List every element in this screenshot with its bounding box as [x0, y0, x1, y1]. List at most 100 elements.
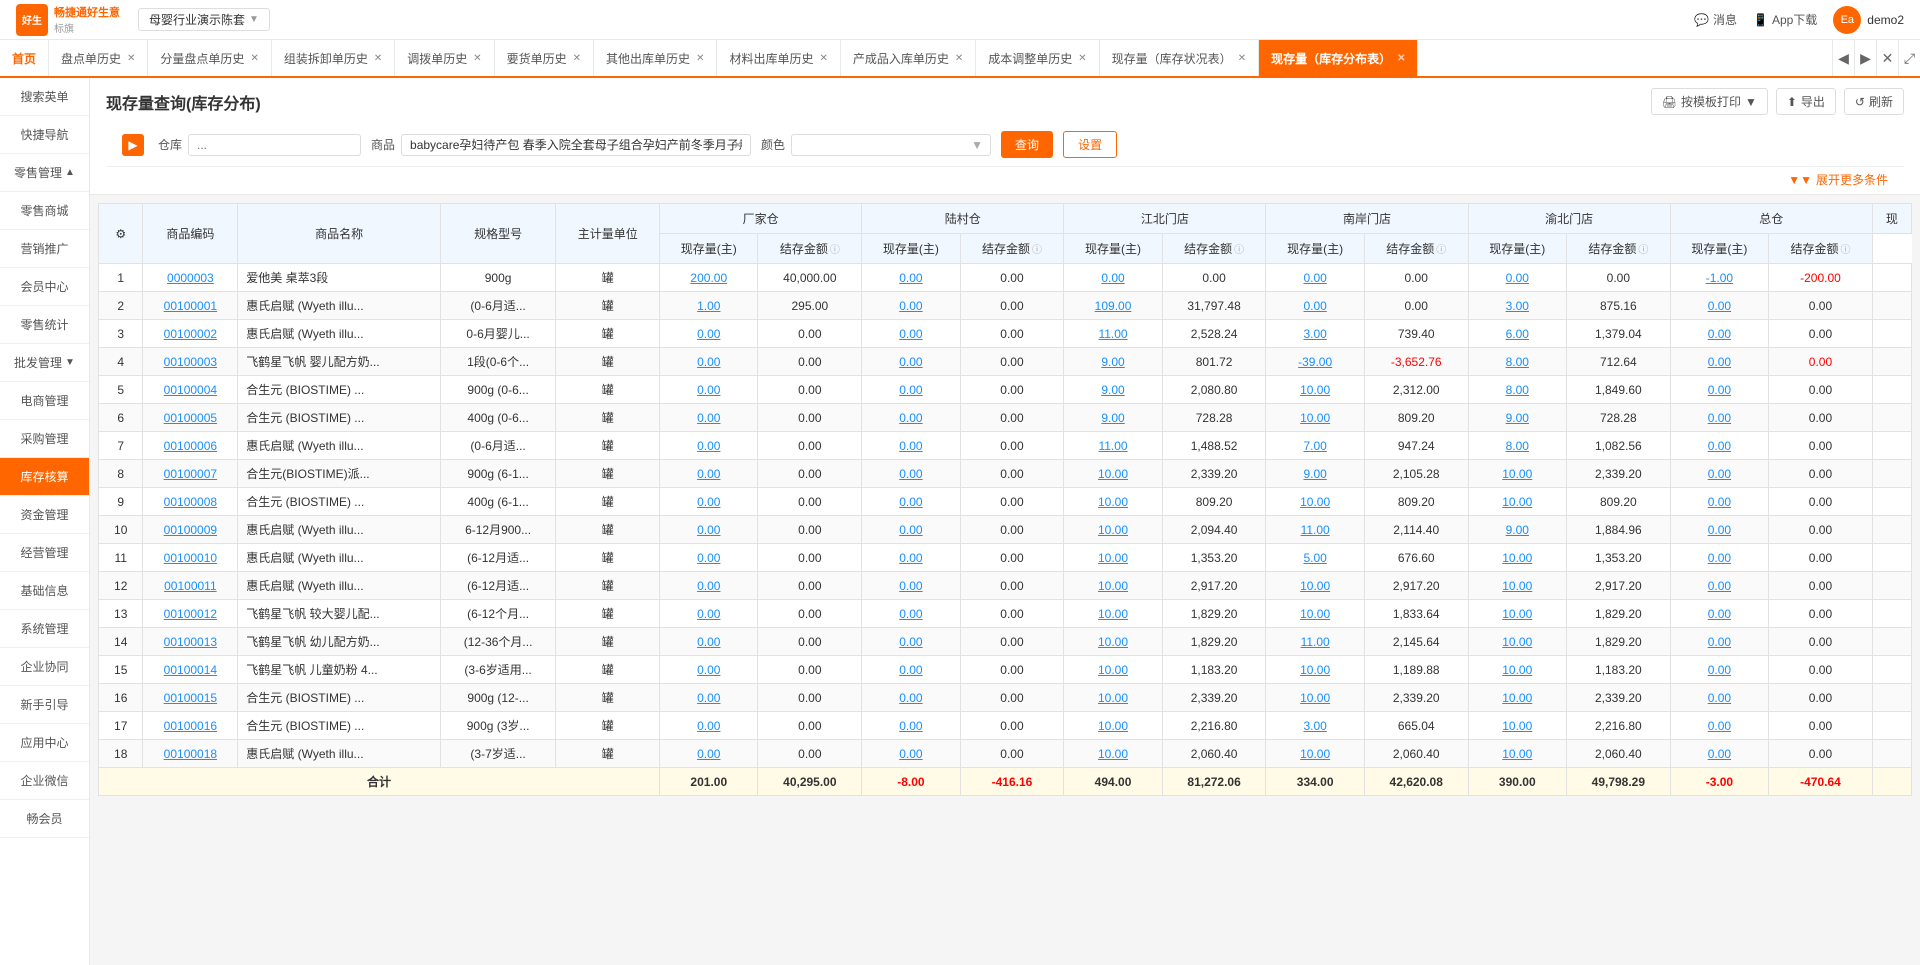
tab-close-icon[interactable]: ✕ [374, 53, 382, 64]
cell-zc-qty[interactable]: 0.00 [1670, 320, 1768, 348]
sidebar-item-app-center[interactable]: 应用中心 [0, 724, 89, 762]
cell-chj-qty[interactable]: 0.00 [660, 572, 758, 600]
cell-jb-qty[interactable]: 9.00 [1064, 404, 1162, 432]
cell-zc-qty[interactable]: 0.00 [1670, 628, 1768, 656]
cell-yb-qty[interactable]: 6.00 [1468, 320, 1566, 348]
cell-lc-qty[interactable]: 0.00 [862, 460, 960, 488]
cell-chj-qty[interactable]: 0.00 [660, 488, 758, 516]
cell-zc-qty[interactable]: 0.00 [1670, 516, 1768, 544]
cell-na-qty[interactable]: 9.00 [1266, 460, 1364, 488]
tab-inventory-history[interactable]: 盘点单历史 ✕ [49, 40, 148, 77]
cell-chj-qty[interactable]: 0.00 [660, 600, 758, 628]
print-btn[interactable]: 🖨 按模板打印 ▼ [1651, 88, 1768, 115]
color-input[interactable] [791, 134, 991, 156]
tab-close-icon[interactable]: ✕ [1238, 53, 1246, 64]
cell-code[interactable]: 0000003 [143, 264, 238, 292]
cell-yb-qty[interactable]: 10.00 [1468, 656, 1566, 684]
cell-jb-qty[interactable]: 10.00 [1064, 516, 1162, 544]
tab-close-icon[interactable]: ✕ [1397, 53, 1405, 64]
settings-icon[interactable]: ⚙ [113, 226, 129, 242]
cell-lc-qty[interactable]: 0.00 [862, 628, 960, 656]
cell-code[interactable]: 00100003 [143, 348, 238, 376]
cell-na-qty[interactable]: 10.00 [1266, 572, 1364, 600]
cell-code[interactable]: 00100002 [143, 320, 238, 348]
cell-lc-qty[interactable]: 0.00 [862, 740, 960, 768]
tab-material-out-history[interactable]: 材料出库单历史 ✕ [717, 40, 840, 77]
tab-close-icon[interactable]: ✕ [127, 53, 135, 64]
cell-na-qty[interactable]: 10.00 [1266, 684, 1364, 712]
tab-home[interactable]: 首页 [0, 40, 49, 77]
cell-yb-qty[interactable]: 8.00 [1468, 432, 1566, 460]
cell-zc-qty[interactable]: 0.00 [1670, 572, 1768, 600]
cell-jb-qty[interactable]: 0.00 [1064, 264, 1162, 292]
cell-yb-qty[interactable]: 10.00 [1468, 712, 1566, 740]
cell-yb-qty[interactable]: 8.00 [1468, 376, 1566, 404]
cell-chj-qty[interactable]: 0.00 [660, 404, 758, 432]
cell-yb-qty[interactable]: 8.00 [1468, 348, 1566, 376]
cell-na-qty[interactable]: 0.00 [1266, 292, 1364, 320]
tab-close-icon[interactable]: ✕ [819, 53, 827, 64]
cell-na-qty[interactable]: 3.00 [1266, 712, 1364, 740]
cell-na-qty[interactable]: 7.00 [1266, 432, 1364, 460]
cell-lc-qty[interactable]: 0.00 [862, 544, 960, 572]
app-download-btn[interactable]: 📱 App下载 [1753, 11, 1817, 28]
cell-na-qty[interactable]: 10.00 [1266, 488, 1364, 516]
cell-zc-qty[interactable]: 0.00 [1670, 376, 1768, 404]
cell-yb-qty[interactable]: 10.00 [1468, 544, 1566, 572]
cell-code[interactable]: 00100011 [143, 572, 238, 600]
message-btn[interactable]: 💬 消息 [1694, 11, 1737, 28]
cell-lc-qty[interactable]: 0.00 [862, 404, 960, 432]
cell-yb-qty[interactable]: 10.00 [1468, 600, 1566, 628]
cell-jb-qty[interactable]: 10.00 [1064, 544, 1162, 572]
cell-chj-qty[interactable]: 0.00 [660, 684, 758, 712]
sidebar-item-wholesale[interactable]: 批发管理 ▼ [0, 344, 89, 382]
cell-jb-qty[interactable]: 10.00 [1064, 600, 1162, 628]
cell-code[interactable]: 00100018 [143, 740, 238, 768]
color-dropdown-icon[interactable]: ▼ [971, 138, 983, 152]
cell-jb-qty[interactable]: 10.00 [1064, 460, 1162, 488]
goods-clear-icon[interactable]: ✕ [733, 138, 743, 152]
tab-close-icon[interactable]: ✕ [250, 53, 258, 64]
cell-jb-qty[interactable]: 10.00 [1064, 628, 1162, 656]
cell-code[interactable]: 00100014 [143, 656, 238, 684]
cell-jb-qty[interactable]: 11.00 [1064, 432, 1162, 460]
cell-jb-qty[interactable]: 109.00 [1064, 292, 1162, 320]
cell-lc-qty[interactable]: 0.00 [862, 572, 960, 600]
expand-conditions-btn[interactable]: ▼▼ 展开更多条件 [1788, 171, 1888, 188]
tab-portion-history[interactable]: 分量盘点单历史 ✕ [148, 40, 271, 77]
sidebar-item-ecommerce[interactable]: 电商管理 [0, 382, 89, 420]
cell-lc-qty[interactable]: 0.00 [862, 432, 960, 460]
cell-jb-qty[interactable]: 11.00 [1064, 320, 1162, 348]
tab-prev-btn[interactable]: ◀ [1832, 40, 1854, 77]
cell-code[interactable]: 00100005 [143, 404, 238, 432]
settings-btn[interactable]: 设置 [1063, 131, 1117, 158]
tab-cost-adjust-history[interactable]: 成本调整单历史 ✕ [976, 40, 1099, 77]
cell-jb-qty[interactable]: 9.00 [1064, 348, 1162, 376]
cell-jb-qty[interactable]: 9.00 [1064, 376, 1162, 404]
cell-chj-qty[interactable]: 200.00 [660, 264, 758, 292]
cell-code[interactable]: 00100006 [143, 432, 238, 460]
cell-zc-qty[interactable]: 0.00 [1670, 740, 1768, 768]
filter-toggle-btn[interactable]: ▶ [122, 134, 144, 156]
cell-zc-qty[interactable]: 0.00 [1670, 404, 1768, 432]
cell-yb-qty[interactable]: 9.00 [1468, 516, 1566, 544]
tab-stock-dist[interactable]: 现存量（库存分布表） ✕ [1259, 40, 1418, 77]
cell-zc-qty[interactable]: -1.00 [1670, 264, 1768, 292]
cell-chj-qty[interactable]: 1.00 [660, 292, 758, 320]
cell-zc-qty[interactable]: 0.00 [1670, 600, 1768, 628]
company-selector[interactable]: 母婴行业演示陈套 ▼ [138, 8, 270, 31]
cell-jb-qty[interactable]: 10.00 [1064, 572, 1162, 600]
cell-zc-qty[interactable]: 0.00 [1670, 348, 1768, 376]
cell-chj-qty[interactable]: 0.00 [660, 628, 758, 656]
cell-jb-qty[interactable]: 10.00 [1064, 656, 1162, 684]
cell-zc-qty[interactable]: 0.00 [1670, 544, 1768, 572]
tab-close-all-btn[interactable]: ✕ [1876, 40, 1898, 77]
tab-product-in-history[interactable]: 产成品入库单历史 ✕ [841, 40, 976, 77]
goods-input[interactable] [401, 134, 751, 156]
cell-na-qty[interactable]: 10.00 [1266, 740, 1364, 768]
cell-code[interactable]: 00100016 [143, 712, 238, 740]
cell-lc-qty[interactable]: 0.00 [862, 684, 960, 712]
cell-lc-qty[interactable]: 0.00 [862, 488, 960, 516]
cell-na-qty[interactable]: -39.00 [1266, 348, 1364, 376]
cell-code[interactable]: 00100013 [143, 628, 238, 656]
